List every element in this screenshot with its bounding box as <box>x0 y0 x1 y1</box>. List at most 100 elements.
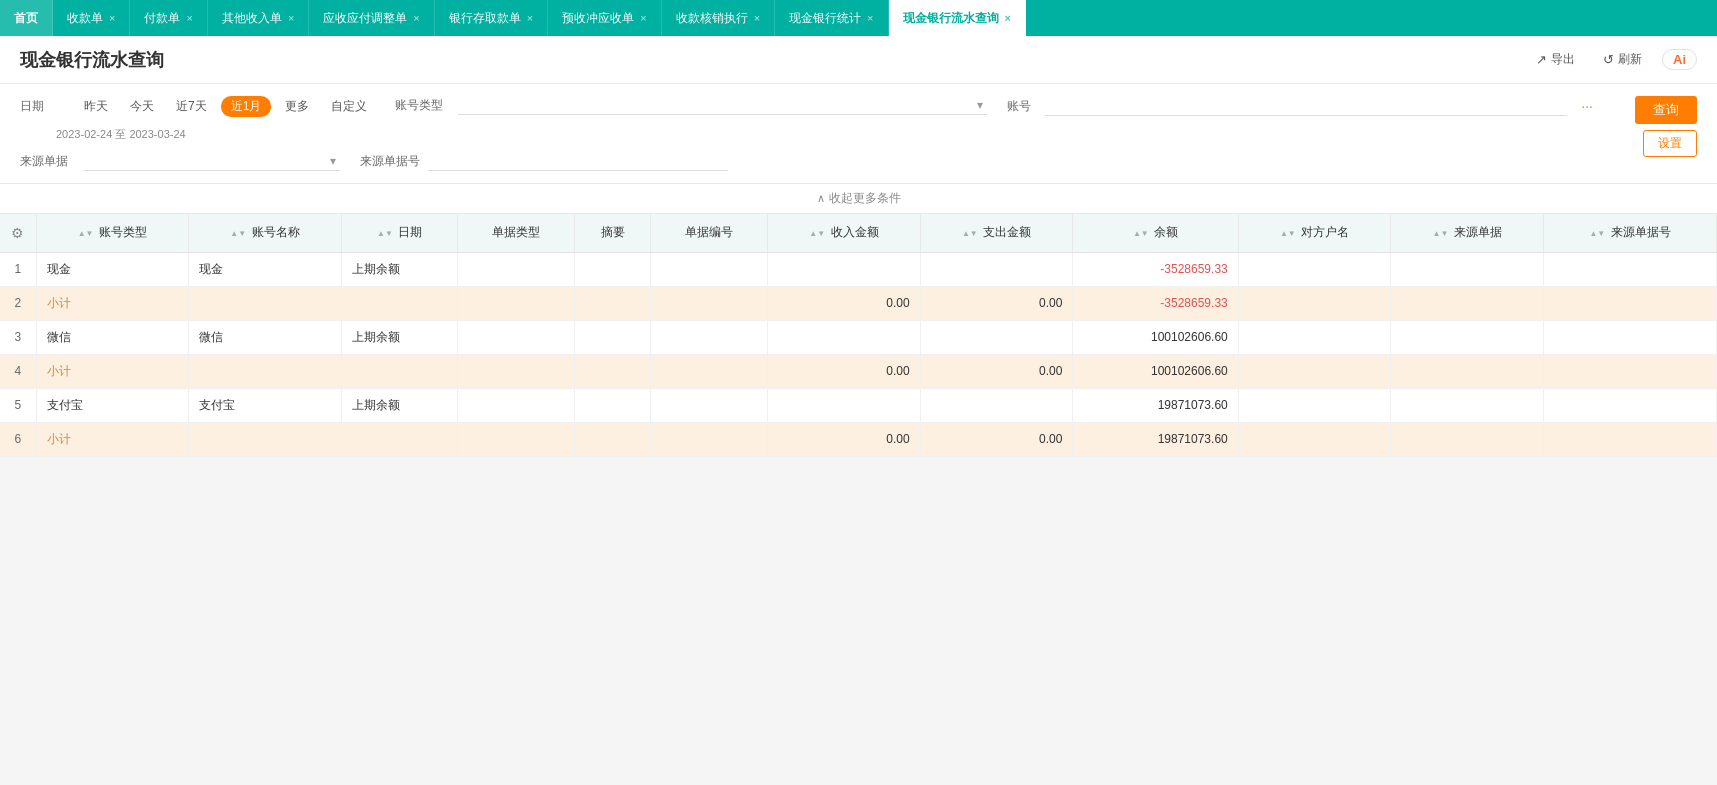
cell-doc-no <box>651 252 768 286</box>
cell-num: 1 <box>0 252 36 286</box>
cell-counterparty <box>1238 422 1391 456</box>
sort-icon-expense: ▲▼ <box>962 229 978 238</box>
nav-cash-bank-stat-close[interactable]: × <box>867 12 873 24</box>
date-options: 昨天 今天 近7天 近1月 更多 自定义 <box>76 96 375 117</box>
cell-doc-type <box>458 252 575 286</box>
nav-item-cash-bank-stat[interactable]: 现金银行统计 × <box>775 0 888 36</box>
nav-item-payment[interactable]: 付款单 × <box>130 0 207 36</box>
export-icon: ↗ <box>1536 52 1547 67</box>
nav-payment-close[interactable]: × <box>186 12 192 24</box>
table-header-row: ⚙ ▲▼ 账号类型 ▲▼ 账号名称 ▲▼ 日期 单据类型 摘 <box>0 214 1717 252</box>
export-label: 导出 <box>1551 51 1575 68</box>
cell-account-type: 小计 <box>36 286 189 320</box>
col-account-type[interactable]: ▲▼ 账号类型 <box>36 214 189 252</box>
cell-summary <box>575 388 651 422</box>
nav-item-cash-bank-flow[interactable]: 现金银行流水查询 × <box>889 0 1026 36</box>
cell-source-doc-no <box>1543 252 1716 286</box>
source-doc-select[interactable]: ▾ <box>83 152 340 171</box>
nav-item-pre-receipt[interactable]: 预收冲应收单 × <box>548 0 661 36</box>
account-input[interactable] <box>1045 97 1567 116</box>
col-summary[interactable]: 摘要 <box>575 214 651 252</box>
nav-item-bank-deposit[interactable]: 银行存取款单 × <box>435 0 548 36</box>
col-date[interactable]: ▲▼ 日期 <box>341 214 458 252</box>
cell-income: 0.00 <box>768 286 921 320</box>
source-doc-label: 来源单据 <box>20 153 75 170</box>
export-button[interactable]: ↗ 导出 <box>1528 47 1583 72</box>
refresh-button[interactable]: ↺ 刷新 <box>1595 47 1650 72</box>
date-option-1month[interactable]: 近1月 <box>221 96 272 117</box>
cell-doc-type <box>458 354 575 388</box>
query-button[interactable]: 查询 <box>1635 96 1697 124</box>
chevron-down-icon: ▾ <box>977 98 983 112</box>
column-settings-icon[interactable]: ⚙ <box>11 225 24 241</box>
cell-income: 0.00 <box>768 422 921 456</box>
cell-doc-type <box>458 422 575 456</box>
col-expense[interactable]: ▲▼ 支出金额 <box>920 214 1073 252</box>
nav-other-income-close[interactable]: × <box>288 12 294 24</box>
cell-doc-no <box>651 320 768 354</box>
table-body: 1 现金 现金 上期余额 -3528659.33 2 小计 0.00 0.00 … <box>0 252 1717 456</box>
col-doc-no[interactable]: 单据编号 <box>651 214 768 252</box>
cell-source-doc <box>1391 354 1544 388</box>
cell-summary <box>575 252 651 286</box>
nav-cash-bank-flow-close[interactable]: × <box>1005 12 1011 24</box>
source-doc-no-input[interactable] <box>428 152 728 171</box>
account-type-select[interactable]: ▾ <box>458 96 987 115</box>
date-option-7days[interactable]: 近7天 <box>168 96 215 117</box>
cell-source-doc-no <box>1543 320 1716 354</box>
cell-num: 4 <box>0 354 36 388</box>
col-account-name[interactable]: ▲▼ 账号名称 <box>189 214 342 252</box>
nav-item-receipt-verify[interactable]: 收款核销执行 × <box>662 0 775 36</box>
nav-receipt-close[interactable]: × <box>109 12 115 24</box>
collapse-up-icon: ∧ <box>817 192 825 205</box>
nav-item-home[interactable]: 首页 <box>0 0 53 36</box>
col-balance[interactable]: ▲▼ 余额 <box>1073 214 1238 252</box>
cell-account-type: 支付宝 <box>36 388 189 422</box>
col-doc-type[interactable]: 单据类型 <box>458 214 575 252</box>
date-option-custom[interactable]: 自定义 <box>323 96 375 117</box>
nav-ar-ap-close[interactable]: × <box>413 12 419 24</box>
date-option-yesterday[interactable]: 昨天 <box>76 96 116 117</box>
nav-other-income-label: 其他收入单 <box>222 10 282 27</box>
source-doc-chevron-icon: ▾ <box>330 154 336 168</box>
col-gear[interactable]: ⚙ <box>0 214 36 252</box>
ai-button[interactable]: Ai <box>1662 49 1697 70</box>
collapse-bar[interactable]: ∧ 收起更多条件 <box>0 184 1717 214</box>
nav-pre-receipt-close[interactable]: × <box>640 12 646 24</box>
cell-date: 上期余额 <box>341 252 458 286</box>
nav-ar-ap-label: 应收应付调整单 <box>323 10 407 27</box>
cell-num: 3 <box>0 320 36 354</box>
sort-icon-counterparty: ▲▼ <box>1280 229 1296 238</box>
nav-item-receipt[interactable]: 收款单 × <box>53 0 130 36</box>
nav-cash-bank-stat-label: 现金银行统计 <box>789 10 861 27</box>
date-option-more[interactable]: 更多 <box>277 96 317 117</box>
nav-receipt-verify-close[interactable]: × <box>754 12 760 24</box>
col-income[interactable]: ▲▼ 收入金额 <box>768 214 921 252</box>
nav-bank-deposit-close[interactable]: × <box>527 12 533 24</box>
more-dots-icon[interactable]: ··· <box>1575 96 1599 116</box>
page-title: 现金银行流水查询 <box>20 48 164 72</box>
cell-doc-no <box>651 354 768 388</box>
cell-counterparty <box>1238 252 1391 286</box>
date-option-today[interactable]: 今天 <box>122 96 162 117</box>
table-row: 3 微信 微信 上期余额 100102606.60 <box>0 320 1717 354</box>
table-row: 1 现金 现金 上期余额 -3528659.33 <box>0 252 1717 286</box>
cell-source-doc <box>1391 286 1544 320</box>
table-row: 2 小计 0.00 0.00 -3528659.33 <box>0 286 1717 320</box>
col-source-doc-no[interactable]: ▲▼ 来源单据号 <box>1543 214 1716 252</box>
nav-item-other-income[interactable]: 其他收入单 × <box>208 0 309 36</box>
nav-receipt-verify-label: 收款核销执行 <box>676 10 748 27</box>
cell-date <box>341 422 458 456</box>
cell-account-name <box>189 354 342 388</box>
settings-button[interactable]: 设置 <box>1643 130 1697 157</box>
table-row: 4 小计 0.00 0.00 100102606.60 <box>0 354 1717 388</box>
nav-item-ar-ap-adjust[interactable]: 应收应付调整单 × <box>309 0 434 36</box>
col-counterparty[interactable]: ▲▼ 对方户名 <box>1238 214 1391 252</box>
cell-source-doc <box>1391 388 1544 422</box>
sort-icon-date: ▲▼ <box>377 229 393 238</box>
cell-balance: 19871073.60 <box>1073 388 1238 422</box>
cell-date <box>341 286 458 320</box>
cell-expense: 0.00 <box>920 422 1073 456</box>
sort-icon-account-type: ▲▼ <box>78 229 94 238</box>
col-source-doc[interactable]: ▲▼ 来源单据 <box>1391 214 1544 252</box>
